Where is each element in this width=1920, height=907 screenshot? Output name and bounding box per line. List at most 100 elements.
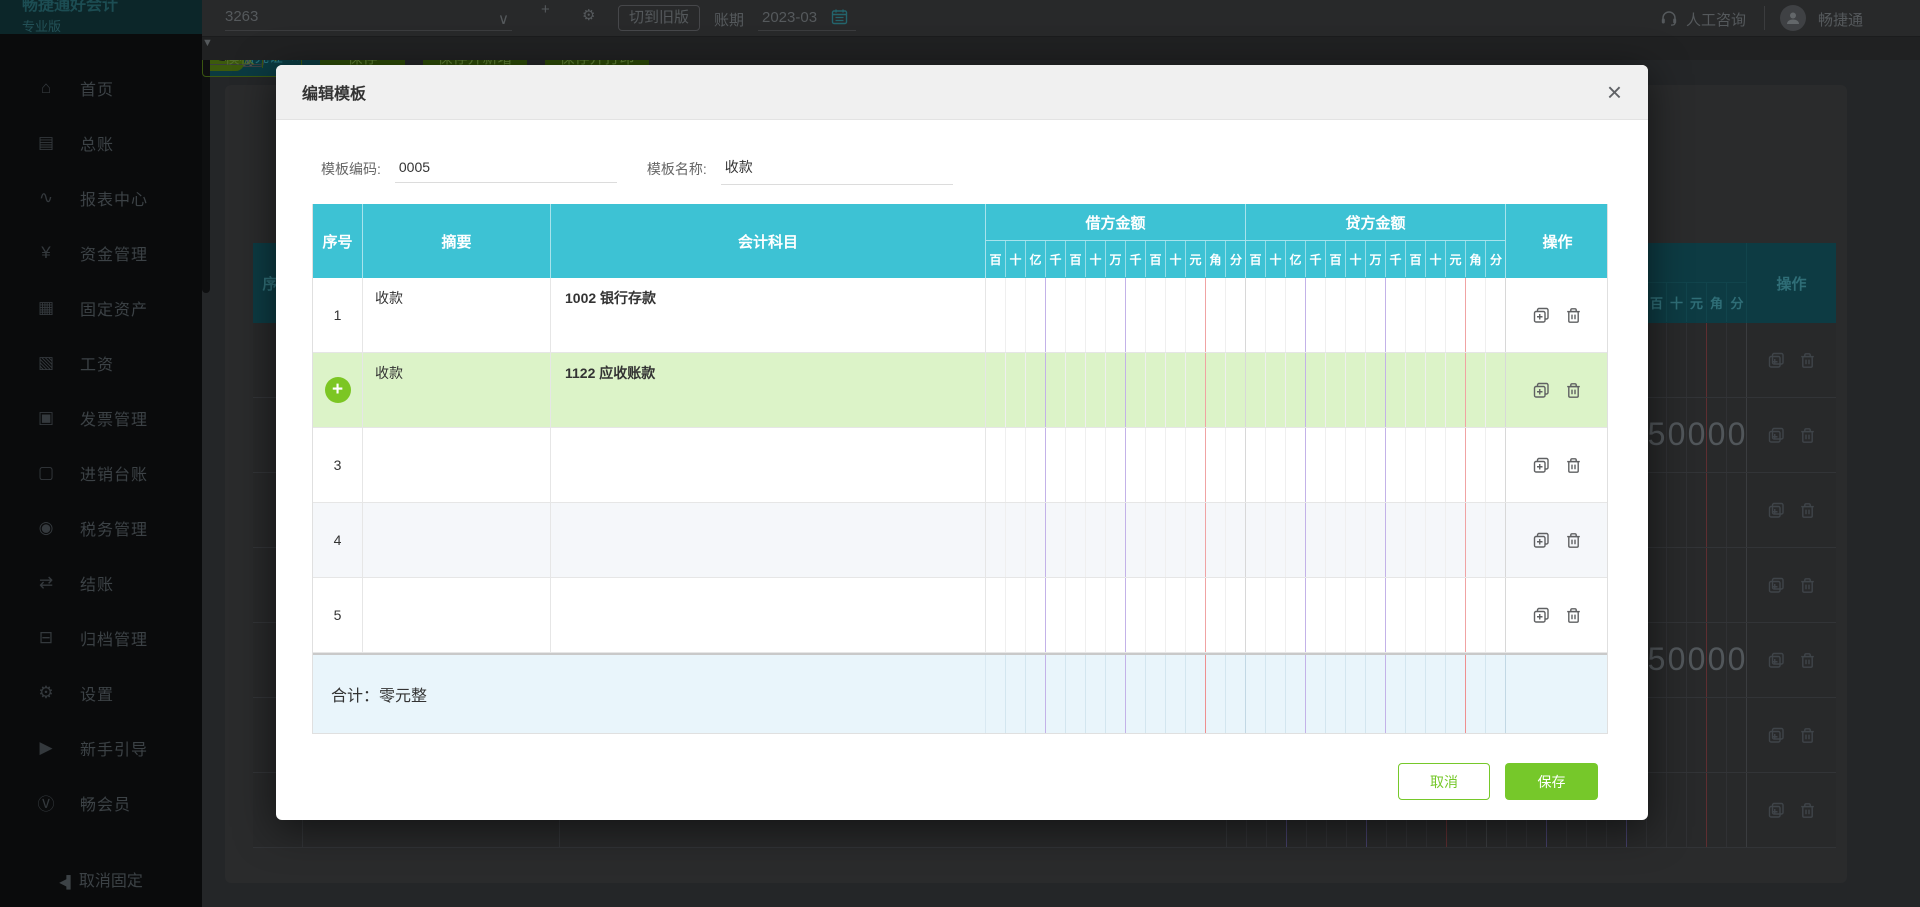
close-icon[interactable]: × — [1607, 79, 1622, 105]
amount-digit-cell[interactable] — [1146, 278, 1166, 352]
delete-row-icon[interactable] — [1799, 577, 1816, 594]
amount-digit-cell[interactable] — [1026, 503, 1046, 577]
amount-digit-cell[interactable] — [1026, 428, 1046, 502]
amount-digit-cell[interactable] — [1286, 503, 1306, 577]
amount-digit-cell[interactable] — [1426, 353, 1446, 427]
amount-digit-cell[interactable] — [1206, 353, 1226, 427]
amount-digit-cell[interactable] — [1386, 503, 1406, 577]
amount-digit-cell[interactable] — [1346, 353, 1366, 427]
amount-digit-cell[interactable] — [1086, 428, 1106, 502]
amount-digit-cell[interactable] — [1226, 428, 1246, 502]
amount-digit-cell[interactable] — [1486, 578, 1506, 652]
row-account-cell[interactable]: 1002 银行存款 — [551, 278, 986, 352]
amount-digit-cell[interactable] — [1226, 353, 1246, 427]
delete-row-icon[interactable] — [1799, 352, 1816, 369]
amount-digit-cell[interactable] — [1426, 428, 1446, 502]
amount-digit-cell[interactable] — [1066, 503, 1086, 577]
amount-digit-cell[interactable] — [1406, 353, 1426, 427]
amount-digit-cell[interactable] — [1166, 353, 1186, 427]
amount-digit-cell[interactable] — [1246, 578, 1266, 652]
cancel-button[interactable]: 取消 — [1398, 763, 1490, 800]
switch-old-version-button[interactable]: 切到旧版 — [618, 5, 700, 31]
amount-digit-cell[interactable] — [986, 353, 1006, 427]
sidebar-item-固定资产[interactable]: ▦ 固定资产 — [0, 280, 202, 335]
row-summary-cell[interactable] — [363, 428, 551, 502]
amount-digit-cell[interactable] — [1466, 353, 1486, 427]
amount-digit-cell[interactable] — [1286, 578, 1306, 652]
amount-digit-cell[interactable] — [1126, 503, 1146, 577]
sidebar-item-新手引导[interactable]: ▶ 新手引导 — [0, 720, 202, 775]
amount-digit-cell[interactable] — [1326, 503, 1346, 577]
sidebar-item-首页[interactable]: ⌂ 首页 — [0, 60, 202, 115]
row-summary-cell[interactable] — [363, 578, 551, 652]
sidebar-item-资金管理[interactable]: ¥ 资金管理 — [0, 225, 202, 280]
amount-digit-cell[interactable] — [1326, 428, 1346, 502]
amount-digit-cell[interactable] — [986, 578, 1006, 652]
amount-digit-cell[interactable] — [1126, 428, 1146, 502]
amount-digit-cell[interactable] — [1386, 278, 1406, 352]
amount-digit-cell[interactable] — [1486, 428, 1506, 502]
avatar[interactable] — [1780, 5, 1806, 31]
row-account-cell[interactable] — [551, 578, 986, 652]
amount-digit-cell[interactable] — [1206, 278, 1226, 352]
amount-digit-cell[interactable] — [1106, 578, 1126, 652]
amount-digit-cell[interactable] — [986, 428, 1006, 502]
delete-row-icon[interactable] — [1799, 502, 1816, 519]
amount-digit-cell[interactable] — [1186, 428, 1206, 502]
delete-row-icon[interactable] — [1799, 427, 1816, 444]
amount-digit-cell[interactable] — [1366, 503, 1386, 577]
amount-digit-cell[interactable] — [1466, 578, 1486, 652]
amount-digit-cell[interactable] — [1006, 278, 1026, 352]
amount-digit-cell[interactable] — [1006, 578, 1026, 652]
copy-row-icon[interactable] — [1768, 427, 1785, 444]
amount-digit-cell[interactable] — [1226, 503, 1246, 577]
amount-digit-cell[interactable] — [1046, 428, 1066, 502]
sidebar-item-发票管理[interactable]: ▣ 发票管理 — [0, 390, 202, 445]
delete-row-icon[interactable] — [1799, 727, 1816, 744]
copy-row-icon[interactable] — [1768, 802, 1785, 819]
amount-digit-cell[interactable] — [1106, 353, 1126, 427]
company-selector[interactable]: 3263 — [225, 8, 258, 25]
scroll-down-icon[interactable]: ▼ — [202, 37, 213, 49]
amount-digit-cell[interactable] — [1306, 503, 1326, 577]
amount-digit-cell[interactable] — [1206, 578, 1226, 652]
amount-digit-cell[interactable] — [1166, 578, 1186, 652]
amount-digit-cell[interactable] — [1166, 428, 1186, 502]
amount-digit-cell[interactable] — [1046, 578, 1066, 652]
copy-row-icon[interactable] — [1768, 502, 1785, 519]
amount-digit-cell[interactable] — [1186, 503, 1206, 577]
row-account-cell[interactable] — [551, 503, 986, 577]
amount-digit-cell[interactable] — [1106, 428, 1126, 502]
sidebar-item-进销台账[interactable]: ▢ 进销台账 — [0, 445, 202, 500]
amount-digit-cell[interactable] — [1086, 503, 1106, 577]
copy-row-icon[interactable] — [1533, 382, 1550, 399]
amount-digit-cell[interactable] — [1446, 278, 1466, 352]
amount-digit-cell[interactable] — [1426, 503, 1446, 577]
amount-digit-cell[interactable] — [1246, 428, 1266, 502]
amount-digit-cell[interactable] — [1306, 578, 1326, 652]
amount-digit-cell[interactable] — [1006, 428, 1026, 502]
amount-digit-cell[interactable] — [1106, 278, 1126, 352]
copy-row-icon[interactable] — [1768, 577, 1785, 594]
amount-digit-cell[interactable] — [1486, 278, 1506, 352]
amount-digit-cell[interactable] — [1086, 278, 1106, 352]
amount-digit-cell[interactable] — [1126, 278, 1146, 352]
amount-digit-cell[interactable] — [1386, 428, 1406, 502]
amount-digit-cell[interactable] — [1266, 353, 1286, 427]
delete-row-icon[interactable] — [1565, 457, 1582, 474]
delete-row-icon[interactable] — [1799, 652, 1816, 669]
amount-digit-cell[interactable] — [1426, 578, 1446, 652]
amount-digit-cell[interactable] — [1286, 353, 1306, 427]
amount-digit-cell[interactable] — [1206, 503, 1226, 577]
copy-row-icon[interactable] — [1768, 652, 1785, 669]
amount-digit-cell[interactable] — [1466, 278, 1486, 352]
amount-digit-cell[interactable] — [1346, 428, 1366, 502]
amount-digit-cell[interactable] — [1066, 428, 1086, 502]
amount-digit-cell[interactable] — [1466, 503, 1486, 577]
amount-digit-cell[interactable] — [1326, 278, 1346, 352]
amount-digit-cell[interactable] — [1286, 428, 1306, 502]
amount-digit-cell[interactable] — [1146, 353, 1166, 427]
amount-digit-cell[interactable] — [1246, 503, 1266, 577]
amount-digit-cell[interactable] — [1446, 353, 1466, 427]
amount-digit-cell[interactable] — [1006, 353, 1026, 427]
